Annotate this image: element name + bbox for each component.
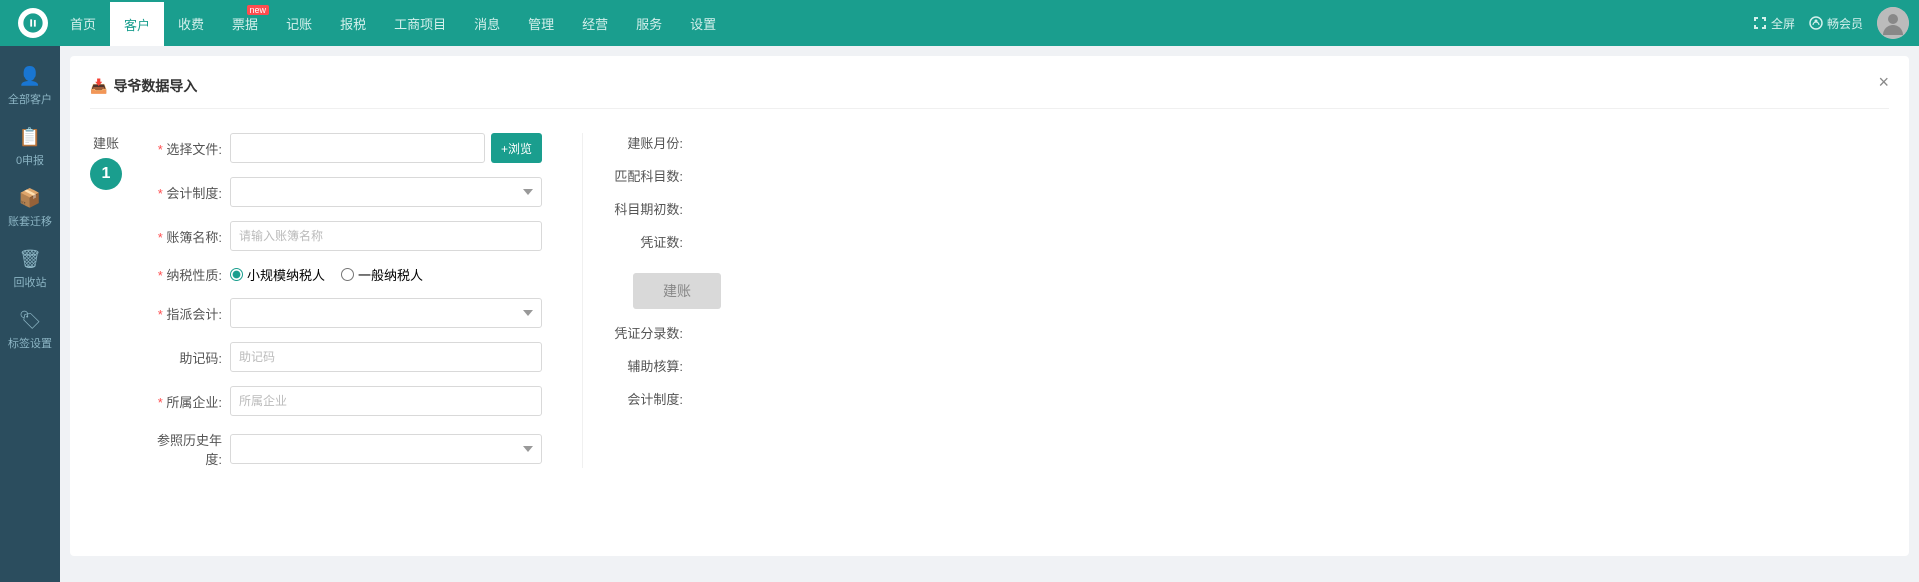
build-month-label: 建账月份: — [603, 133, 683, 152]
tax-type-small[interactable]: 小规模纳税人 — [230, 265, 325, 284]
file-label: 选择文件: — [142, 139, 222, 158]
voucher-count-label: 凭证数: — [603, 232, 683, 251]
sidebar-item-customers[interactable]: 👤 全部客户 — [0, 56, 60, 117]
reference-year-select[interactable] — [230, 434, 542, 464]
accounting-system-label: 会计制度: — [142, 183, 222, 202]
ledger-name-input[interactable] — [230, 221, 542, 251]
auxiliary-label: 辅助核算: — [603, 356, 683, 375]
nav-item-tax[interactable]: 报税 — [326, 0, 380, 46]
nav-item-operations[interactable]: 经营 — [568, 0, 622, 46]
sidebar-item-declaration[interactable]: 📋 0申报 — [0, 117, 60, 178]
trash-icon: 🗑 — [19, 249, 42, 270]
close-button[interactable]: × — [1878, 72, 1889, 93]
nav-items: 首页 客户 收费 票据 new 记账 报税 工商项目 消息 管理 经营 服务 设… — [56, 0, 1753, 46]
customers-icon: 👤 — [19, 66, 41, 87]
file-input[interactable] — [230, 133, 485, 163]
member-icon — [1809, 16, 1823, 30]
sidebar-item-tags[interactable]: 🏷 标签设置 — [0, 300, 60, 361]
nav-item-settings[interactable]: 设置 — [676, 0, 730, 46]
form-right: 建账月份: 匹配科目数: 科目期初数: 凭证数: — [582, 133, 802, 468]
fullscreen-icon — [1753, 16, 1767, 30]
nav-item-customers[interactable]: 客户 — [110, 0, 164, 46]
file-row: 选择文件: +浏览 — [142, 133, 542, 163]
match-subjects-label: 匹配科目数: — [603, 166, 683, 185]
nav-item-invoices[interactable]: 票据 new — [218, 0, 272, 46]
step-circle: 1 — [90, 158, 122, 190]
tax-type-row: 纳税性质: 小规模纳税人 一般纳税人 — [142, 265, 542, 284]
sidebar-item-migration[interactable]: 📦 账套迁移 — [0, 178, 60, 239]
ledger-name-label: 账簿名称: — [142, 227, 222, 246]
nav-right: 全屏 畅会员 — [1753, 7, 1909, 39]
ledger-name-row: 账簿名称: — [142, 221, 542, 251]
main-layout: 👤 全部客户 📋 0申报 📦 账套迁移 🗑 回收站 🏷 标签设置 📥 导爷数据导… — [0, 46, 1919, 582]
form-left: 建账 1 选择文件: +浏览 — [90, 133, 542, 468]
nav-item-management[interactable]: 管理 — [514, 0, 568, 46]
memo-code-label: 助记码: — [142, 348, 222, 367]
panel-title: 导爷数据导入 — [113, 76, 197, 96]
logo-svg — [22, 12, 44, 34]
form-layout: 建账 1 选择文件: +浏览 — [90, 133, 1889, 468]
nav-item-messages[interactable]: 消息 — [460, 0, 514, 46]
nav-item-business[interactable]: 工商项目 — [380, 0, 460, 46]
accounting-system-select[interactable] — [230, 177, 542, 207]
info-accounting-system-label: 会计制度: — [603, 389, 683, 408]
fullscreen-button[interactable]: 全屏 — [1753, 15, 1795, 32]
nav-item-services[interactable]: 服务 — [622, 0, 676, 46]
voucher-count-row: 凭证数: — [603, 232, 802, 251]
avatar[interactable] — [1877, 7, 1909, 39]
reference-year-row: 参照历史年度: — [142, 430, 542, 468]
panel-title-icon: 📥 — [90, 78, 107, 95]
subject-initial-row: 科目期初数: — [603, 199, 802, 218]
tax-type-radio-group: 小规模纳税人 一般纳税人 — [230, 265, 423, 284]
tax-type-general[interactable]: 一般纳税人 — [341, 265, 423, 284]
tax-small-radio[interactable] — [230, 268, 243, 281]
content-area: 📥 导爷数据导入 × 建账 1 — [60, 46, 1919, 582]
owner-company-row: 所属企业: — [142, 386, 542, 416]
auxiliary-row: 辅助核算: — [603, 356, 802, 375]
nav-item-bookkeeping[interactable]: 记账 — [272, 0, 326, 46]
info-accounting-system-row: 会计制度: — [603, 389, 802, 408]
member-button[interactable]: 畅会员 — [1809, 15, 1863, 32]
form-fields: 选择文件: +浏览 会计制度: — [142, 133, 542, 468]
tag-icon: 🏷 — [19, 310, 42, 331]
memo-code-row: 助记码: — [142, 342, 542, 372]
panel: 📥 导爷数据导入 × 建账 1 — [70, 56, 1909, 556]
nav-item-fees[interactable]: 收费 — [164, 0, 218, 46]
voucher-entries-label: 凭证分录数: — [603, 323, 683, 342]
assign-accountant-row: 指派会计: — [142, 298, 542, 328]
tax-type-label: 纳税性质: — [142, 265, 222, 284]
voucher-entries-row: 凭证分录数: — [603, 323, 802, 342]
file-input-group: +浏览 — [230, 133, 542, 163]
logo[interactable] — [10, 0, 56, 46]
subject-initial-label: 科目期初数: — [603, 199, 683, 218]
accounting-system-row: 会计制度: — [142, 177, 542, 207]
build-month-row: 建账月份: — [603, 133, 802, 152]
memo-code-input[interactable] — [230, 342, 542, 372]
sidebar: 👤 全部客户 📋 0申报 📦 账套迁移 🗑 回收站 🏷 标签设置 — [0, 46, 60, 582]
browse-button[interactable]: +浏览 — [491, 133, 542, 163]
logo-icon — [18, 8, 48, 38]
owner-company-input[interactable] — [230, 386, 542, 416]
match-subjects-row: 匹配科目数: — [603, 166, 802, 185]
reference-year-label: 参照历史年度: — [142, 430, 222, 468]
migration-icon: 📦 — [19, 188, 41, 209]
step-label: 建账 — [93, 133, 119, 152]
sidebar-item-trash[interactable]: 🗑 回收站 — [0, 239, 60, 300]
new-badge: new — [247, 5, 270, 15]
build-button[interactable]: 建账 — [633, 273, 721, 309]
nav-item-home[interactable]: 首页 — [56, 0, 110, 46]
panel-header: 📥 导爷数据导入 — [90, 76, 1889, 109]
declaration-icon: 📋 — [19, 127, 41, 148]
step-indicator: 建账 1 — [90, 133, 122, 468]
owner-company-label: 所属企业: — [142, 392, 222, 411]
avatar-icon — [1877, 7, 1909, 39]
assign-accountant-label: 指派会计: — [142, 304, 222, 323]
tax-general-radio[interactable] — [341, 268, 354, 281]
top-navigation: 首页 客户 收费 票据 new 记账 报税 工商项目 消息 管理 经营 服务 设… — [0, 0, 1919, 46]
assign-accountant-select[interactable] — [230, 298, 542, 328]
